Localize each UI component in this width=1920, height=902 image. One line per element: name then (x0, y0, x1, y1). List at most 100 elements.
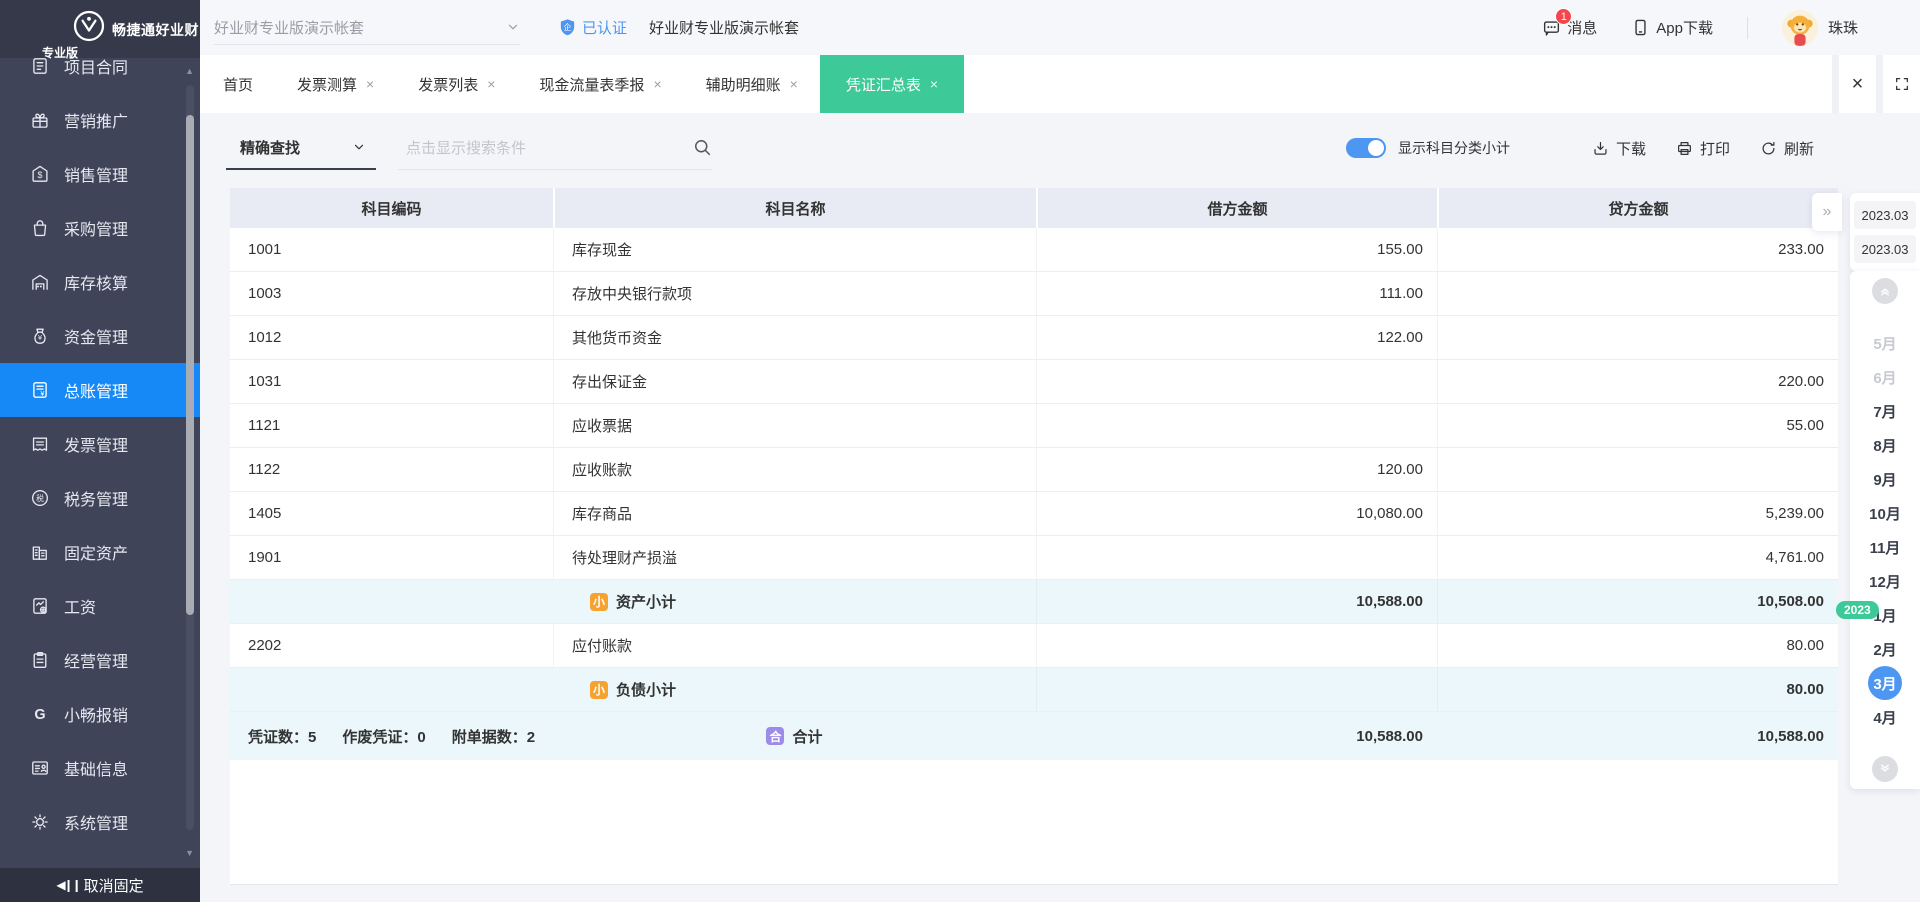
month-label: 7月 (1873, 403, 1897, 421)
tab-首页[interactable]: 首页 (223, 55, 253, 113)
subtotal-toggle[interactable] (1345, 138, 1386, 158)
month-item-3月[interactable]: 3月 (1850, 666, 1920, 700)
verified-badge[interactable]: 企 已认证 (558, 17, 627, 38)
search-input[interactable]: 点击显示搜索条件 (398, 126, 712, 170)
messages-button[interactable]: 消息 1 (1542, 8, 1597, 38)
sidebar-item-invoice[interactable]: 发票管理 (0, 417, 200, 471)
sidebar-item-label: 营销推广 (64, 114, 129, 131)
sidebar-item-basic-info[interactable]: 基础信息 (0, 741, 200, 795)
account-set-selector[interactable]: 好业财专业版演示帐套 (214, 11, 520, 45)
tab-现金流量表季报[interactable]: 现金流量表季报 × (539, 55, 661, 113)
period-button[interactable]: 2023.03 (1854, 201, 1916, 229)
stat-item: 附单据数：2 (451, 728, 536, 746)
debit-amount: 111.00 (1036, 272, 1437, 315)
topbar: 好业财专业版演示帐套 企 已认证 好业财专业版演示帐套 消息 1 App下载 珠… (200, 0, 1920, 55)
column-header: 科目编码 (361, 200, 422, 218)
subtotal-row: 小 负债小计 80.00 (230, 668, 1838, 712)
search-mode-dropdown[interactable]: 精确查找 (226, 126, 376, 170)
voucher-summary-table: 科目编码 科目名称 借方金额 贷方金额 1001 库存现金 155.00 233.00… (230, 188, 1838, 885)
month-item-2月[interactable]: 2月 (1850, 632, 1920, 666)
sidebar-item-project-contract[interactable]: 项目合同 (0, 58, 200, 93)
collapse-panel-handle[interactable]: » (1812, 193, 1842, 231)
subtotal-toggle-group: 显示科目分类小计 (1345, 138, 1510, 158)
total-label: 合计 (792, 728, 823, 746)
debit-amount: 10,080.00 (1036, 492, 1437, 535)
month-item-5月[interactable]: 5月 (1850, 326, 1920, 360)
sidebar-item-marketing[interactable]: 营销推广 (0, 93, 200, 147)
period-button[interactable]: 2023.03 (1854, 235, 1916, 263)
print-button[interactable]: 打印 (1676, 138, 1730, 159)
tab-close-icon[interactable]: × (653, 76, 661, 92)
refresh-button[interactable]: 刷新 (1760, 138, 1814, 159)
tab-辅助明细账[interactable]: 辅助明细账 × (706, 55, 798, 113)
sidebar-scroll-down-icon[interactable]: ▼ (185, 848, 194, 858)
month-label: 5月 (1873, 335, 1897, 353)
sidebar-item-system[interactable]: 系统管理 (0, 795, 200, 849)
month-label: 12月 (1869, 573, 1901, 591)
unpin-icon: ◀❙❙ (56, 878, 81, 892)
month-item-8月[interactable]: 8月 (1850, 428, 1920, 462)
table-row: 1001 库存现金 155.00 233.00 (230, 228, 1838, 272)
close-all-tabs-button[interactable]: × (1839, 55, 1876, 113)
sidebar-item-fixed-assets[interactable]: 固定资产 (0, 525, 200, 579)
account-title: 好业财专业版演示帐套 (649, 20, 800, 37)
content: 精确查找 点击显示搜索条件 显示科目分类小计 下载 打印 刷新 科目编码 科目名… (200, 113, 1920, 902)
sidebar-item-funds[interactable]: ¥ 资金管理 (0, 309, 200, 363)
sidebar-menu: 项目合同 营销推广 $ 销售管理 采购管理 库存核算 ¥ 资金管理 ¥ 总账管理… (0, 58, 200, 868)
search-mode-value: 精确查找 (240, 139, 301, 157)
sidebar-scrollbar-thumb[interactable] (186, 115, 194, 615)
user-avatar (1781, 9, 1818, 46)
months-scroll-down-button[interactable] (1872, 756, 1898, 782)
table-row: 1012 其他货币资金 122.00 (230, 316, 1838, 360)
months-scroll-up-button[interactable] (1872, 278, 1898, 304)
unpin-sidebar-button[interactable]: ◀❙❙ 取消固定 (0, 868, 200, 902)
subtotal-label-cell: 小 资产小计 (230, 580, 1036, 623)
sidebar-item-tax[interactable]: 税 税务管理 (0, 471, 200, 525)
tab-label: 现金流量表季报 (539, 76, 645, 94)
sidebar-scrollbar[interactable] (186, 85, 194, 830)
app-download-button[interactable]: App下载 (1631, 17, 1713, 38)
month-item-4月[interactable]: 4月 (1850, 700, 1920, 734)
user-menu[interactable]: 珠珠 (1781, 9, 1858, 46)
svg-text:G: G (34, 707, 45, 723)
table-row: 1003 存放中央银行款项 111.00 (230, 272, 1838, 316)
tabbar: 首页 发票测算 × 发票列表 × 现金流量表季报 × 辅助明细账 × 凭证汇总表 × × (200, 55, 1920, 113)
month-item-9月[interactable]: 9月 (1850, 462, 1920, 496)
chevron-down-icon (508, 24, 518, 30)
sidebar-item-expense[interactable]: G 小畅报销 (0, 687, 200, 741)
sidebar-item-label: 总账管理 (64, 384, 129, 401)
sidebar-item-ledger[interactable]: ¥ 总账管理 (0, 363, 200, 417)
tab-close-icon[interactable]: × (930, 76, 938, 92)
tab-凭证汇总表[interactable]: 凭证汇总表 × (819, 55, 965, 113)
sales-icon: $ (30, 164, 50, 184)
credit-amount: 5,239.00 (1437, 492, 1838, 535)
tab-发票列表[interactable]: 发票列表 × (418, 55, 495, 113)
sidebar-scroll-up-icon[interactable]: ▲ (185, 66, 194, 76)
print-label: 打印 (1699, 140, 1730, 158)
tab-发票测算[interactable]: 发票测算 × (297, 55, 374, 113)
sidebar-item-payroll[interactable]: 工资 (0, 579, 200, 633)
tab-close-icon[interactable]: × (366, 76, 374, 92)
subtotal-debit (1036, 668, 1437, 711)
month-item-10月[interactable]: 10月 (1850, 496, 1920, 530)
debit-amount (1036, 360, 1437, 403)
tab-close-icon[interactable]: × (487, 76, 495, 92)
print-icon (1677, 141, 1691, 155)
double-chevron-right-icon: » (1822, 203, 1832, 220)
tab-close-icon[interactable]: × (790, 76, 798, 92)
month-item-12月[interactable]: 12月 (1850, 564, 1920, 598)
sidebar-item-inventory[interactable]: 库存核算 (0, 255, 200, 309)
sidebar-item-label: 项目合同 (64, 60, 129, 77)
fullscreen-button[interactable] (1883, 55, 1920, 113)
account-code: 1001 (248, 241, 282, 258)
logo-block: 畅捷通好业财 专业版 (0, 0, 200, 60)
sidebar-item-sales[interactable]: $ 销售管理 (0, 147, 200, 201)
month-item-6月[interactable]: 6月 (1850, 360, 1920, 394)
sidebar-item-label: 工资 (64, 600, 97, 617)
sidebar-item-purchase[interactable]: 采购管理 (0, 201, 200, 255)
month-item-7月[interactable]: 7月 (1850, 394, 1920, 428)
month-item-11月[interactable]: 11月 (1850, 530, 1920, 564)
sidebar-item-operations[interactable]: 经营管理 (0, 633, 200, 687)
account-code: 2202 (248, 637, 282, 654)
download-button[interactable]: 下载 (1592, 138, 1646, 159)
